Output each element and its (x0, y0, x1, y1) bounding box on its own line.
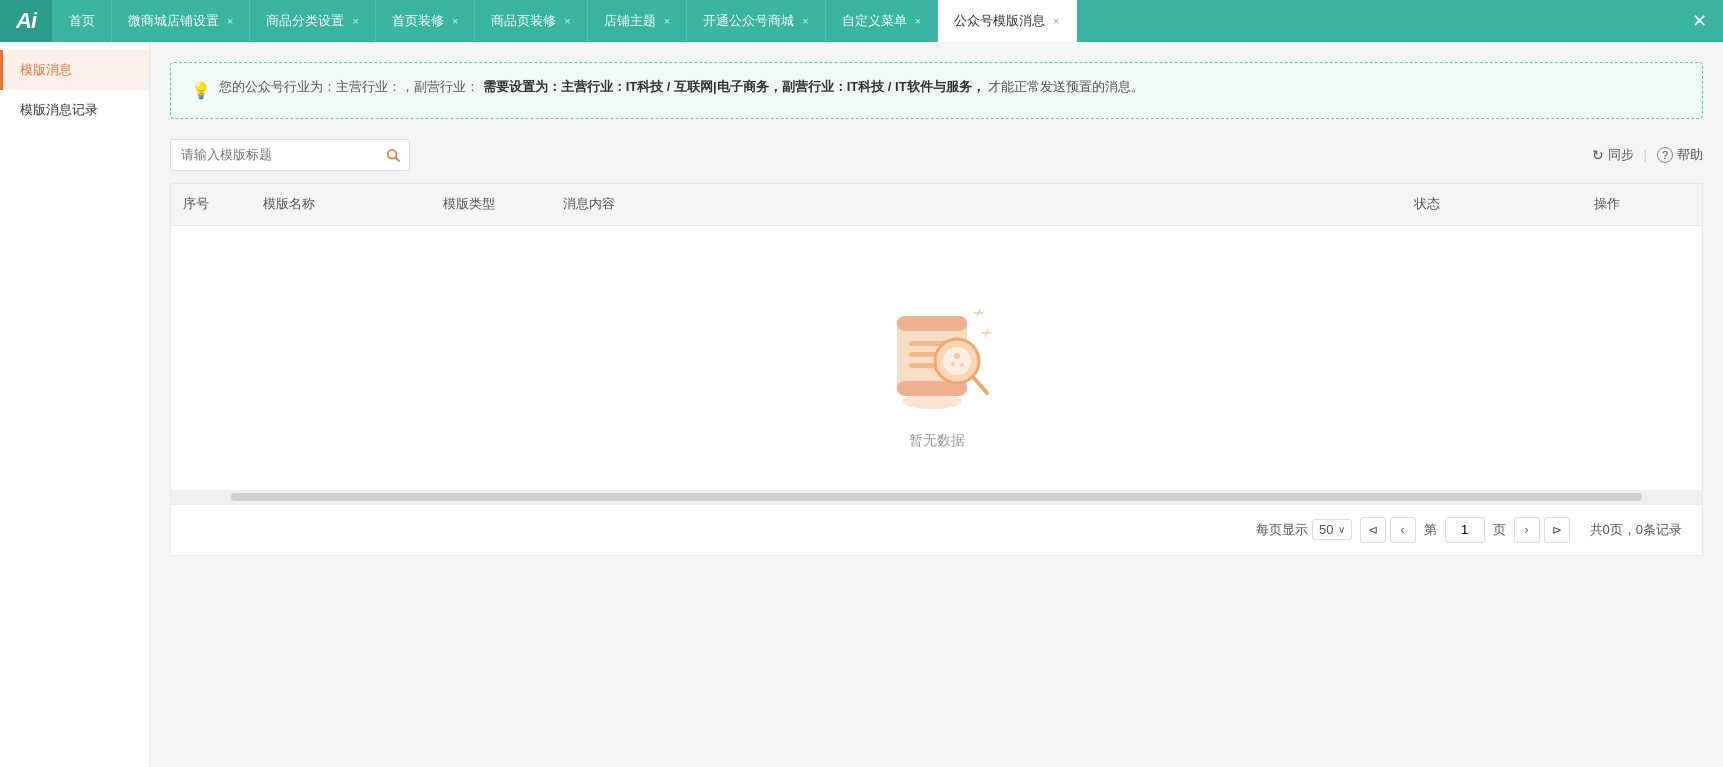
tab-shop-theme-close[interactable]: × (664, 15, 670, 27)
sidebar-item-template-msg-log-label: 模版消息记录 (20, 102, 98, 117)
search-box (170, 139, 410, 171)
tab-home-decor-close[interactable]: × (452, 15, 458, 27)
per-page-value: 50 (1319, 522, 1333, 537)
page-size-select: 每页显示 50 ∨ (1256, 519, 1351, 540)
help-label: 帮助 (1677, 146, 1703, 164)
tab-open-mall-close[interactable]: × (802, 15, 808, 27)
sync-label: 同步 (1608, 146, 1634, 164)
search-input[interactable] (171, 147, 377, 162)
tab-template-msg-close[interactable]: × (1053, 15, 1059, 27)
page-total: 共0页，0条记录 (1590, 521, 1682, 539)
col-index: 序号 (171, 195, 251, 213)
tab-custom-menu-label: 自定义菜单 (842, 12, 907, 30)
tab-home-label: 首页 (69, 12, 95, 30)
col-name: 模版名称 (251, 195, 431, 213)
tab-shop-theme-label: 店铺主题 (604, 12, 656, 30)
tab-product-category[interactable]: 商品分类设置 × (250, 0, 375, 42)
empty-state: 暂无数据 (171, 226, 1702, 490)
content-area: 💡 您的公众号行业为：主营行业：，副营行业： 需要设置为：主营行业：IT科技 /… (150, 42, 1723, 767)
scroll-track (231, 493, 1642, 501)
first-page-button[interactable]: ⊲ (1360, 517, 1386, 543)
empty-illustration (877, 286, 997, 416)
page-nav: ⊲ ‹ 第 页 › ⊳ (1360, 517, 1570, 543)
sync-button[interactable]: ↻ 同步 (1592, 146, 1634, 164)
tab-home[interactable]: 首页 (53, 0, 112, 42)
per-page-dropdown[interactable]: 50 ∨ (1312, 519, 1351, 540)
per-page-label: 每页显示 (1256, 521, 1308, 539)
info-banner: 💡 您的公众号行业为：主营行业：，副营行业： 需要设置为：主营行业：IT科技 /… (170, 62, 1703, 119)
logo-text: Ai (16, 8, 36, 34)
col-type: 模版类型 (431, 195, 551, 213)
tab-custom-menu-close[interactable]: × (915, 15, 921, 27)
table-header: 序号 模版名称 模版类型 消息内容 状态 操作 (171, 184, 1702, 226)
help-icon: ? (1657, 147, 1673, 163)
sidebar-item-template-msg-label: 模版消息 (20, 62, 72, 77)
page-di-label: 第 (1424, 521, 1437, 539)
close-all-button[interactable]: ✕ (1676, 0, 1723, 42)
tab-open-mall-label: 开通公众号商城 (703, 12, 794, 30)
tab-product-category-close[interactable]: × (352, 15, 358, 27)
tab-product-decor-label: 商品页装修 (491, 12, 556, 30)
prev-page-button[interactable]: ‹ (1390, 517, 1416, 543)
info-banner-prefix: 您的公众号行业为：主营行业：，副营行业： (219, 79, 479, 94)
current-page-input[interactable] (1445, 517, 1485, 543)
tab-product-decor[interactable]: 商品页装修 × (475, 0, 587, 42)
info-banner-suffix: 才能正常发送预置的消息。 (988, 79, 1144, 94)
logo-tab: Ai (0, 0, 53, 42)
svg-point-13 (951, 362, 955, 366)
help-button[interactable]: ? 帮助 (1657, 146, 1703, 164)
tab-shop-theme[interactable]: 店铺主题 × (588, 0, 687, 42)
info-banner-text: 您的公众号行业为：主营行业：，副营行业： 需要设置为：主营行业：IT科技 / 互… (219, 77, 1144, 98)
tab-wsc-shop[interactable]: 微商城店铺设置 × (112, 0, 250, 42)
svg-point-12 (954, 353, 960, 359)
svg-point-10 (943, 347, 971, 375)
data-table: 序号 模版名称 模版类型 消息内容 状态 操作 (170, 183, 1703, 556)
last-page-button[interactable]: ⊳ (1544, 517, 1570, 543)
svg-line-1 (396, 157, 400, 161)
tab-open-mall[interactable]: 开通公众号商城 × (687, 0, 825, 42)
bulb-icon: 💡 (191, 78, 211, 104)
tab-home-decor[interactable]: 首页装修 × (376, 0, 475, 42)
empty-text: 暂无数据 (909, 432, 965, 450)
tab-wsc-shop-label: 微商城店铺设置 (128, 12, 219, 30)
main-layout: 模版消息 模版消息记录 💡 您的公众号行业为：主营行业：，副营行业： 需要设置为… (0, 42, 1723, 767)
sidebar-item-template-msg-log[interactable]: 模版消息记录 (0, 90, 149, 130)
col-content: 消息内容 (551, 195, 1402, 213)
sync-icon: ↻ (1592, 147, 1604, 163)
col-status: 状态 (1402, 195, 1582, 213)
sidebar: 模版消息 模版消息记录 (0, 42, 150, 767)
toolbar-right: ↻ 同步 | ? 帮助 (1592, 146, 1703, 164)
sidebar-item-template-msg[interactable]: 模版消息 (0, 50, 149, 90)
tab-product-decor-close[interactable]: × (564, 15, 570, 27)
svg-line-11 (974, 378, 987, 393)
tab-wsc-shop-close[interactable]: × (227, 15, 233, 27)
col-action: 操作 (1582, 195, 1702, 213)
tab-template-msg-label: 公众号模版消息 (954, 12, 1045, 30)
toolbar-divider: | (1644, 147, 1647, 162)
svg-point-14 (960, 363, 964, 367)
top-nav: Ai 首页 微商城店铺设置 × 商品分类设置 × 首页装修 × 商品页装修 × … (0, 0, 1723, 42)
search-button[interactable] (377, 139, 409, 171)
search-row: ↻ 同步 | ? 帮助 (170, 139, 1703, 171)
pagination: 每页显示 50 ∨ ⊲ ‹ 第 页 › ⊳ 共0页，0条记录 (171, 504, 1702, 555)
horizontal-scrollbar[interactable] (171, 490, 1702, 504)
tab-home-decor-label: 首页装修 (392, 12, 444, 30)
tab-product-category-label: 商品分类设置 (266, 12, 344, 30)
info-banner-highlight: 需要设置为：主营行业：IT科技 / 互联网|电子商务，副营行业：IT科技 / I… (483, 79, 985, 94)
chevron-down-icon: ∨ (1338, 524, 1345, 535)
svg-rect-4 (897, 316, 967, 331)
page-label: 页 (1493, 521, 1506, 539)
tab-custom-menu[interactable]: 自定义菜单 × (826, 0, 938, 42)
tab-template-msg[interactable]: 公众号模版消息 × (938, 0, 1076, 42)
next-page-button[interactable]: › (1514, 517, 1540, 543)
search-icon (386, 148, 400, 162)
